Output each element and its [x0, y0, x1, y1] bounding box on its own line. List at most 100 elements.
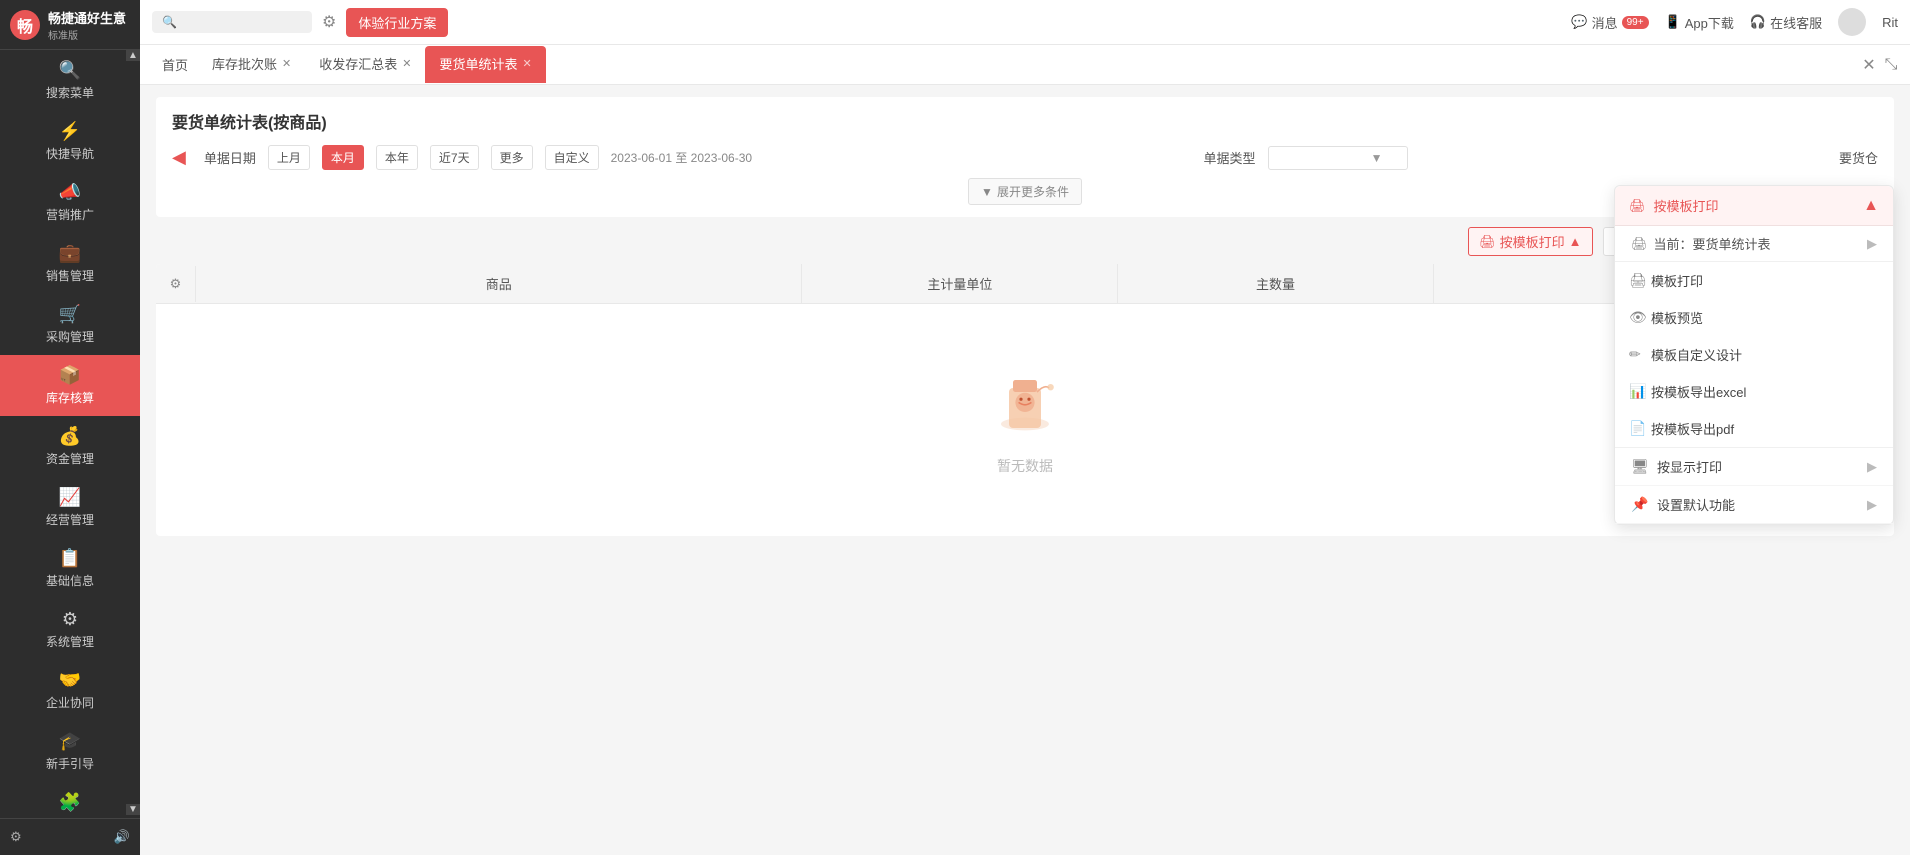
- print-label: 按模板打印: [1500, 232, 1565, 251]
- settings-icon[interactable]: ⚙: [10, 829, 22, 845]
- print-menu-item-wrap-3: 📊按模板导出excel: [1615, 373, 1893, 410]
- sidebar-icon-11: 🎓: [59, 731, 81, 752]
- tab-order-stats-close[interactable]: ✕: [523, 57, 532, 70]
- sidebar-icon-2: 📣: [59, 182, 81, 203]
- display-print-arrow: ▶: [1867, 459, 1877, 475]
- th-gear[interactable]: ⚙: [156, 266, 196, 302]
- sidebar-icon-1: ⚡: [59, 121, 81, 142]
- messages-nav-item[interactable]: 💬 消息 99+: [1571, 13, 1648, 32]
- page-content: 要货单统计表(按商品) ◀ 单据日期 上月 本月 本年 近7天 更多 自定义 2…: [140, 85, 1910, 855]
- sidebar-label-7: 经营管理: [46, 511, 94, 528]
- yaohuo-label: 要货仓: [1839, 148, 1878, 167]
- set-default-icon: 📌: [1631, 496, 1649, 513]
- sidebar-icon-9: ⚙: [62, 609, 78, 630]
- th-qty: 主数量: [1118, 264, 1434, 303]
- expand-label: 展开更多条件: [997, 183, 1069, 200]
- dropdown-title: 🖨 按模板打印: [1629, 196, 1719, 215]
- print-dropdown-menu: 🖨 按模板打印 ▲ 🖨 当前：要货单统计表 ▶ 🖨模板打印👁模板预览✏模板自定义…: [1614, 185, 1894, 525]
- gear-icon[interactable]: ⚙: [322, 12, 336, 32]
- sidebar-item-4[interactable]: 🛒 采购管理: [0, 294, 140, 355]
- current-arrow: ▶: [1867, 236, 1877, 252]
- window-expand-btn[interactable]: ⤡: [1884, 58, 1898, 72]
- dropdown-header: 🖨 按模板打印 ▲: [1615, 186, 1893, 226]
- print-icon: 🖨: [1479, 234, 1496, 250]
- dropdown-close-btn[interactable]: ▲: [1863, 197, 1879, 215]
- print-arrow-up: ▲: [1569, 234, 1582, 249]
- print-menu-label-0: 模板打印: [1651, 271, 1703, 290]
- print-template-btn[interactable]: 🖨 按模板打印 ▲: [1468, 227, 1592, 256]
- print-menu-item-4[interactable]: 📄按模板导出pdf: [1615, 410, 1893, 447]
- tab-home[interactable]: 首页: [152, 47, 198, 82]
- sidebar-scroll-down[interactable]: ▼: [126, 804, 140, 815]
- print-menu-item-1[interactable]: 👁模板预览: [1615, 299, 1893, 336]
- sidebar-item-2[interactable]: 📣营销推广: [0, 172, 140, 233]
- set-default-item[interactable]: 📌 设置默认功能 ▶: [1615, 486, 1893, 524]
- print-menu-label-2: 模板自定义设计: [1651, 345, 1742, 364]
- top-search-bar[interactable]: 🔍: [152, 11, 312, 33]
- main-content: 🔍 ⚙ 体验行业方案 💬 消息 99+ 📱 App下载 🎧 在线客服 Rit 首: [140, 0, 1910, 855]
- message-icon: 💬: [1571, 14, 1587, 30]
- download-icon: 📱: [1665, 14, 1681, 30]
- set-default-arrow: ▶: [1867, 497, 1877, 513]
- expand-icon: ▼: [981, 185, 993, 199]
- sidebar-icon-4: 🛒: [59, 304, 81, 325]
- sidebar-item-8[interactable]: 📋基础信息: [0, 538, 140, 599]
- date-btn-7days[interactable]: 近7天: [430, 145, 479, 170]
- filter-collapse-icon[interactable]: ◀: [172, 147, 186, 168]
- tab-inventory-batch[interactable]: 库存批次账 ✕: [198, 46, 305, 83]
- empty-illustration: [985, 364, 1065, 444]
- tab-bar: 首页 库存批次账 ✕ 收发存汇总表 ✕ 要货单统计表 ✕ ✕ ⤡: [140, 45, 1910, 85]
- print-menu-item-3[interactable]: 📊按模板导出excel: [1615, 373, 1893, 410]
- date-btn-last-month[interactable]: 上月: [268, 145, 310, 170]
- sidebar-label-4: 采购管理: [46, 328, 94, 345]
- trial-button[interactable]: 体验行业方案: [346, 8, 448, 37]
- app-download-label: App下载: [1685, 13, 1734, 32]
- sidebar-label-0: 搜索菜单: [46, 84, 94, 101]
- display-print-item[interactable]: 🖥 按显示打印 ▶: [1615, 448, 1893, 486]
- avatar[interactable]: [1838, 8, 1866, 36]
- current-label: 当前：要货单统计表: [1654, 234, 1771, 253]
- sidebar-item-9[interactable]: ⚙系统管理: [0, 599, 140, 660]
- print-menu-icon-0: 🖨: [1629, 272, 1647, 289]
- app-name: 畅捷通好生意: [48, 8, 126, 27]
- date-btn-custom[interactable]: 自定义: [545, 145, 599, 170]
- window-close-btn[interactable]: ✕: [1862, 58, 1876, 72]
- print-menu-label-1: 模板预览: [1651, 308, 1703, 327]
- tab-collection-summary-label: 收发存汇总表: [319, 54, 397, 73]
- app-download-nav-item[interactable]: 📱 App下载: [1665, 13, 1734, 32]
- sidebar-item-5[interactable]: 📦库存核算: [0, 355, 140, 416]
- sidebar-item-12[interactable]: 🧩应用中心: [0, 782, 140, 818]
- sidebar-scroll-up[interactable]: ▲: [126, 50, 140, 61]
- expand-more-btn[interactable]: ▼ 展开更多条件: [968, 178, 1082, 205]
- tab-inventory-batch-close[interactable]: ✕: [282, 57, 291, 70]
- print-menu-item-wrap-2: ✏模板自定义设计: [1615, 336, 1893, 373]
- sidebar-item-0[interactable]: 🔍 搜索菜单: [0, 50, 140, 111]
- display-print-label: 按显示打印: [1657, 457, 1722, 476]
- help-icon[interactable]: 🔊: [114, 829, 130, 845]
- online-service-nav-item[interactable]: 🎧 在线客服: [1750, 13, 1822, 32]
- page-title: 要货单统计表(按商品): [172, 109, 1878, 133]
- sidebar-item-10[interactable]: 🤝企业协同: [0, 660, 140, 721]
- tab-collection-summary-close[interactable]: ✕: [402, 57, 411, 70]
- tab-collection-summary[interactable]: 收发存汇总表 ✕: [305, 46, 425, 83]
- sidebar-item-11[interactable]: 🎓 新手引导: [0, 721, 140, 782]
- sidebar-item-3[interactable]: 💼销售管理: [0, 233, 140, 294]
- print-menu-item-wrap-1: 👁模板预览: [1615, 299, 1893, 336]
- print-menu-item-wrap-0: 🖨模板打印: [1615, 262, 1893, 299]
- sidebar-item-1[interactable]: ⚡快捷导航: [0, 111, 140, 172]
- print-menu-item-2[interactable]: ✏模板自定义设计: [1615, 336, 1893, 373]
- tab-order-stats[interactable]: 要货单统计表 ✕: [425, 46, 545, 83]
- date-btn-this-month[interactable]: 本月: [322, 145, 364, 170]
- type-select[interactable]: ▼: [1268, 146, 1408, 170]
- sidebar-icon-0: 🔍: [59, 60, 81, 81]
- sidebar-item-7[interactable]: 📈经营管理: [0, 477, 140, 538]
- sidebar-item-6[interactable]: 💰资金管理: [0, 416, 140, 477]
- print-menu-item-0[interactable]: 🖨模板打印: [1615, 262, 1893, 299]
- online-service-label: 在线客服: [1770, 13, 1822, 32]
- current-template-item[interactable]: 🖨 当前：要货单统计表 ▶: [1615, 226, 1893, 262]
- print-menu-icon-4: 📄: [1629, 420, 1646, 437]
- display-print-icon: 🖥: [1631, 458, 1649, 475]
- date-btn-this-year[interactable]: 本年: [376, 145, 418, 170]
- sidebar-label-11: 新手引导: [46, 755, 94, 772]
- date-btn-more[interactable]: 更多: [491, 145, 533, 170]
